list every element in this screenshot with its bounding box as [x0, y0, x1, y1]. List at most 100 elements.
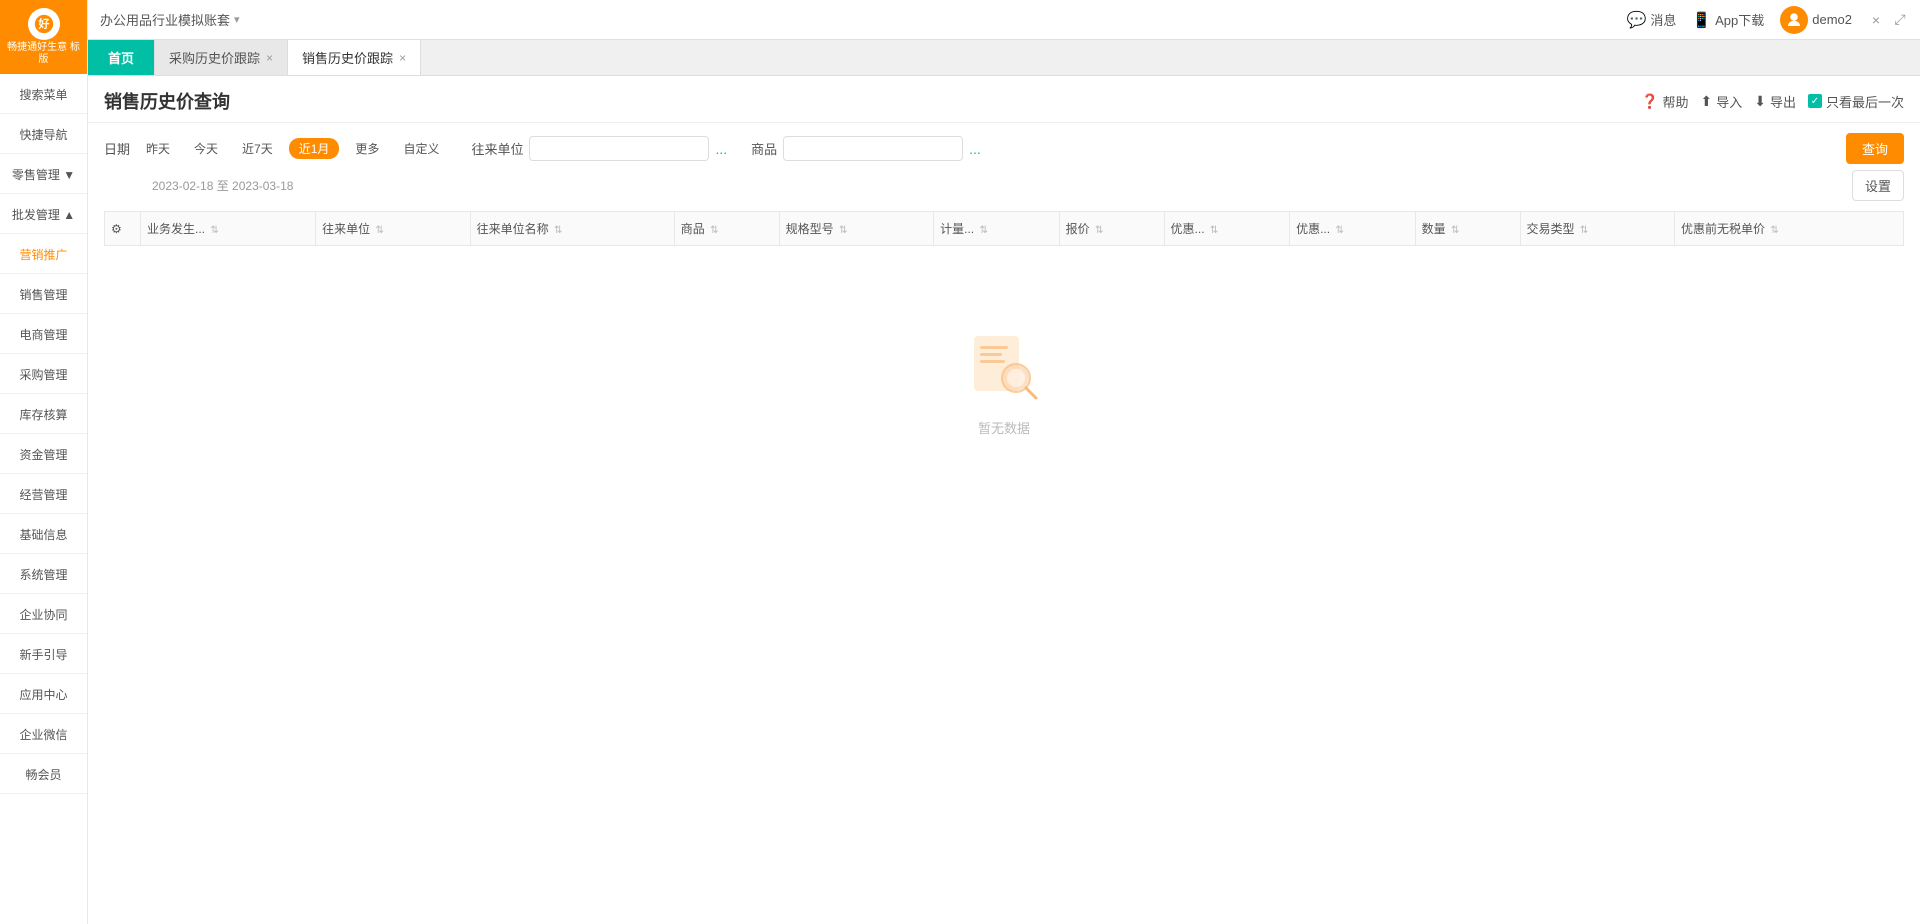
- tabbar: 首页 采购历史价跟踪 × 销售历史价跟踪 ×: [88, 40, 1920, 76]
- empty-icon: [954, 326, 1054, 406]
- maximize-window-btn[interactable]: ⤢: [1892, 12, 1908, 28]
- settings-button[interactable]: 设置: [1852, 170, 1904, 201]
- topbar: 办公用品行业模拟账套 ▾ 💬 消息 📱 App下载 demo2 ×: [88, 0, 1920, 40]
- sidebar-item-wholesale-mgmt[interactable]: 批发管理 ▲: [0, 194, 87, 234]
- th-biz-date[interactable]: 业务发生... ⇅: [141, 212, 316, 246]
- date-btn-last1month[interactable]: 近1月: [289, 138, 340, 159]
- tab-sales-history[interactable]: 销售历史价跟踪 ×: [288, 40, 421, 75]
- sidebar-item-new-user-guide[interactable]: 新手引导: [0, 634, 87, 674]
- sidebar-item-retail-mgmt[interactable]: 零售管理 ▼: [0, 154, 87, 194]
- th-settings[interactable]: ⚙: [105, 212, 141, 246]
- topbar-right: 💬 消息 📱 App下载 demo2 × ⤢: [1626, 6, 1908, 34]
- message-btn[interactable]: 💬 消息: [1626, 10, 1676, 30]
- sidebar-item-purchase-mgmt[interactable]: 采购管理: [0, 354, 87, 394]
- user-avatar-area[interactable]: demo2: [1780, 6, 1852, 34]
- sidebar-item-system-mgmt[interactable]: 系统管理: [0, 554, 87, 594]
- sidebar-item-member-club[interactable]: 畅会员: [0, 754, 87, 794]
- tab-purchase-history[interactable]: 采购历史价跟踪 ×: [155, 40, 288, 75]
- partner-filter: 往来单位 ...: [471, 136, 727, 161]
- only-last-checkbox[interactable]: 只看最后一次: [1808, 92, 1904, 111]
- th-partner-code[interactable]: 往来单位 ⇅: [316, 212, 470, 246]
- th-partner-name[interactable]: 往来单位名称 ⇅: [470, 212, 674, 246]
- close-window-btn[interactable]: ×: [1868, 12, 1884, 28]
- page-actions: ❓ 帮助 ⬆ 导入 ⬇ 导出 只看最后一次: [1641, 92, 1904, 111]
- date-btn-last7days[interactable]: 近7天: [234, 138, 281, 159]
- date-btn-more[interactable]: 更多: [347, 138, 387, 159]
- th-unit[interactable]: 计量... ⇅: [934, 212, 1060, 246]
- th-pretax-price[interactable]: 优惠前无税单价 ⇅: [1675, 212, 1904, 246]
- th-partner-code-label: 往来单位: [322, 222, 370, 236]
- export-label: 导出: [1770, 92, 1796, 111]
- th-quote[interactable]: 报价 ⇅: [1059, 212, 1164, 246]
- only-last-check-icon: [1808, 94, 1822, 108]
- svg-text:好: 好: [37, 17, 49, 31]
- sidebar-item-inventory-check[interactable]: 库存核算: [0, 394, 87, 434]
- message-label: 消息: [1650, 10, 1676, 29]
- import-btn[interactable]: ⬆ 导入: [1700, 92, 1742, 111]
- sidebar-item-enterprise-collab[interactable]: 企业协同: [0, 594, 87, 634]
- dropdown-icon: ▾: [234, 13, 240, 26]
- sidebar-item-ecommerce-mgmt[interactable]: 电商管理: [0, 314, 87, 354]
- product-filter: 商品 ...: [751, 136, 981, 161]
- sort-icon-partner-code: ⇅: [376, 225, 384, 236]
- th-spec[interactable]: 规格型号 ⇅: [779, 212, 933, 246]
- th-pretax-price-label: 优惠前无税单价: [1681, 222, 1765, 236]
- sort-icon-spec: ⇅: [839, 225, 847, 236]
- app-download-label: App下载: [1715, 10, 1764, 29]
- query-button[interactable]: 查询: [1846, 133, 1904, 164]
- tab-sales-history-close[interactable]: ×: [399, 52, 406, 64]
- app-title-dropdown[interactable]: 办公用品行业模拟账套 ▾: [100, 10, 240, 29]
- sidebar-item-quick-nav[interactable]: 快捷导航: [0, 114, 87, 154]
- sort-icon-unit: ⇅: [979, 225, 987, 236]
- export-btn[interactable]: ⬇ 导出: [1754, 92, 1796, 111]
- product-dots-btn[interactable]: ...: [969, 141, 981, 157]
- sort-icon-biz-date: ⇅: [210, 225, 218, 236]
- sidebar-item-operations-mgmt[interactable]: 经营管理: [0, 474, 87, 514]
- date-range-display: 2023-02-18 至 2023-03-18: [152, 177, 293, 194]
- th-product[interactable]: 商品 ⇅: [674, 212, 779, 246]
- th-quantity-label: 数量: [1422, 222, 1446, 236]
- tab-purchase-history-label: 采购历史价跟踪: [169, 48, 260, 67]
- sort-icon-trade-type: ⇅: [1580, 225, 1588, 236]
- th-quantity[interactable]: 数量 ⇅: [1415, 212, 1520, 246]
- sort-icon-partner-name: ⇅: [554, 225, 562, 236]
- th-discount2[interactable]: 优惠... ⇅: [1290, 212, 1416, 246]
- content-area: 销售历史价查询 ❓ 帮助 ⬆ 导入 ⬇ 导出: [88, 76, 1920, 924]
- sidebar-item-app-center[interactable]: 应用中心: [0, 674, 87, 714]
- product-input[interactable]: [783, 136, 963, 161]
- sidebar-item-finance-mgmt[interactable]: 资金管理: [0, 434, 87, 474]
- sidebar-item-enterprise-wechat[interactable]: 企业微信: [0, 714, 87, 754]
- sidebar-item-marketing-promo[interactable]: 营销推广: [0, 234, 87, 274]
- tab-sales-history-label: 销售历史价跟踪: [302, 48, 393, 67]
- logo[interactable]: 好 畅捷通好生意 标版: [0, 0, 87, 74]
- sort-icon-product: ⇅: [710, 225, 718, 236]
- sidebar: 好 畅捷通好生意 标版 搜索菜单 快捷导航 零售管理 ▼ 批发管理 ▲ 营销推广…: [0, 0, 88, 924]
- help-label: 帮助: [1662, 92, 1688, 111]
- settings-icon: ⚙: [111, 222, 122, 236]
- tab-home[interactable]: 首页: [88, 40, 155, 75]
- th-unit-label: 计量...: [940, 222, 974, 236]
- date-btn-yesterday[interactable]: 昨天: [138, 138, 178, 159]
- sidebar-item-sales-mgmt[interactable]: 销售管理: [0, 274, 87, 314]
- filter-action-btns: 查询: [1846, 133, 1904, 164]
- th-discount1[interactable]: 优惠... ⇅: [1164, 212, 1290, 246]
- filter-second-row: 2023-02-18 至 2023-03-18 设置: [88, 168, 1920, 211]
- th-biz-date-label: 业务发生...: [147, 222, 205, 236]
- th-trade-type[interactable]: 交易类型 ⇅: [1520, 212, 1674, 246]
- date-btn-custom[interactable]: 自定义: [395, 138, 447, 159]
- sidebar-item-basic-info[interactable]: 基础信息: [0, 514, 87, 554]
- sort-icon-pretax-price: ⇅: [1770, 225, 1778, 236]
- th-spec-label: 规格型号: [786, 222, 834, 236]
- page-header: 销售历史价查询 ❓ 帮助 ⬆ 导入 ⬇ 导出: [88, 76, 1920, 123]
- app-download-btn[interactable]: 📱 App下载: [1692, 10, 1764, 29]
- partner-label: 往来单位: [471, 139, 523, 158]
- tab-purchase-history-close[interactable]: ×: [266, 52, 273, 64]
- partner-input[interactable]: [529, 136, 709, 161]
- sidebar-item-search-menu[interactable]: 搜索菜单: [0, 74, 87, 114]
- export-icon: ⬇: [1754, 93, 1766, 110]
- user-name: demo2: [1812, 12, 1852, 27]
- product-label: 商品: [751, 139, 777, 158]
- date-btn-today[interactable]: 今天: [186, 138, 226, 159]
- partner-dots-btn[interactable]: ...: [715, 141, 727, 157]
- help-btn[interactable]: ❓ 帮助: [1641, 92, 1688, 111]
